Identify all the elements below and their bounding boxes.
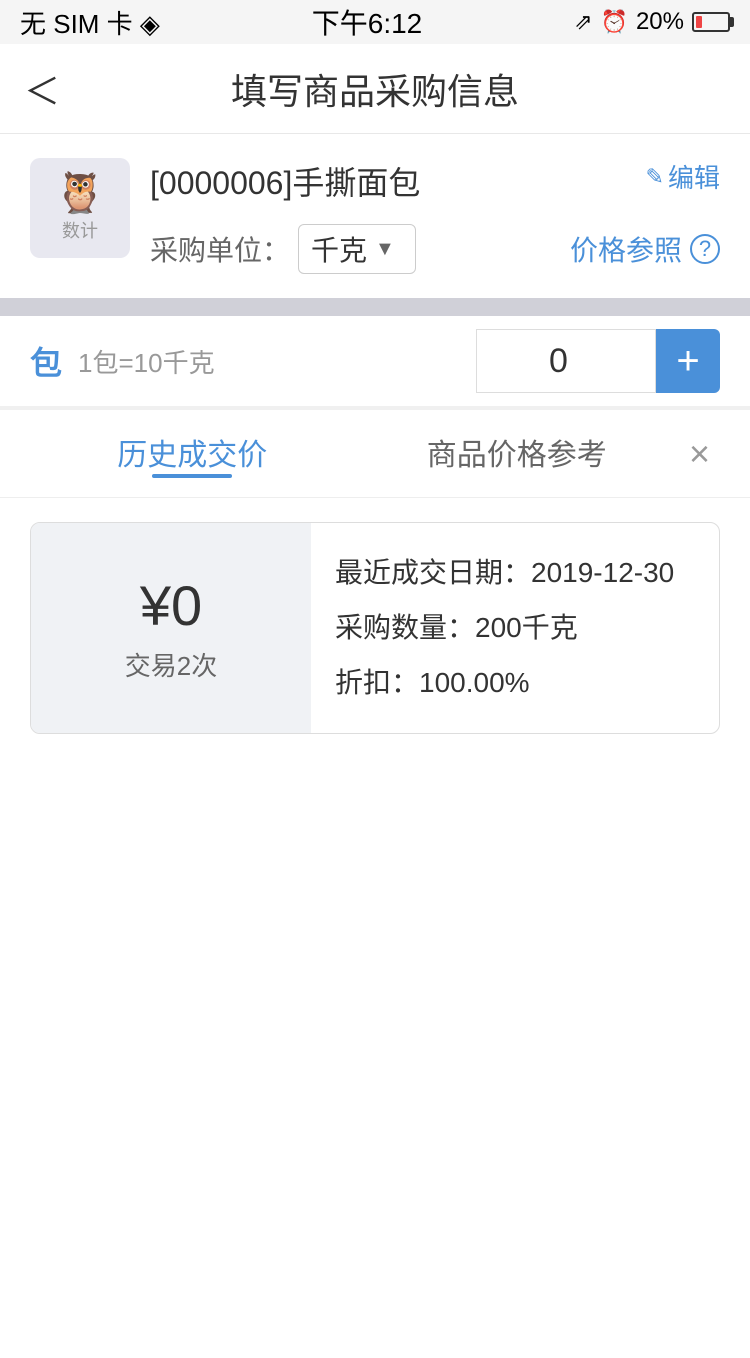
qty-unit-icon: 包 — [30, 338, 62, 384]
purchase-unit-row: 采购单位： 千克 ▼ 价格参照 ? — [150, 224, 720, 274]
battery-icon — [692, 12, 730, 32]
price-right-panel: 最近成交日期：2019-12-30 采购数量：200千克 折扣：100.00% — [311, 523, 719, 733]
recent-date-label: 最近成交日期： — [335, 557, 531, 588]
logo-subtext: 数计 — [62, 217, 98, 243]
amount-value: 0 — [171, 574, 202, 637]
tab-product-label: 商品价格参考 — [427, 439, 607, 472]
product-info: [0000006]手撕面包 ✎ 编辑 采购单位： 千克 ▼ 价格参照 ? — [150, 158, 720, 274]
tab-history-label: 历史成交价 — [117, 439, 267, 472]
status-right: ⇗ ⏰ 20% — [574, 8, 730, 36]
price-amount: ¥0 — [140, 573, 202, 638]
price-left-panel: ¥0 交易2次 — [31, 523, 311, 733]
tab-history-price[interactable]: 历史成交价 — [30, 430, 354, 478]
alarm-icon: ⏰ — [601, 9, 628, 35]
recent-date-row: 最近成交日期：2019-12-30 — [335, 553, 695, 592]
discount-value: 100.00% — [419, 667, 530, 698]
sim-label: 无 SIM 卡 ◈ — [20, 4, 160, 41]
product-icon: 🦉 — [55, 173, 105, 213]
price-ref-label: 价格参照 — [570, 229, 682, 269]
nav-bar: ＜ 填写商品采购信息 — [0, 44, 750, 134]
unit-label: 采购单位： — [150, 229, 290, 269]
edit-label: 编辑 — [668, 158, 720, 195]
status-bar: 无 SIM 卡 ◈ 下午6:12 ⇗ ⏰ 20% — [0, 0, 750, 44]
bottom-area — [0, 758, 750, 1358]
edit-icon: ✎ — [646, 164, 664, 190]
product-card: 🦉 数计 [0000006]手撕面包 ✎ 编辑 采购单位： 千克 ▼ 价格参照 … — [0, 134, 750, 298]
discount-label: 折扣： — [335, 667, 419, 698]
tab-underline — [152, 474, 232, 478]
product-logo: 🦉 数计 — [30, 158, 130, 258]
qty-label-group: 包 1包=10千克 — [30, 338, 215, 384]
history-content: ¥0 交易2次 最近成交日期：2019-12-30 采购数量：200千克 折扣：… — [0, 498, 750, 758]
price-times: 交易2次 — [125, 646, 217, 683]
info-icon: ? — [690, 234, 720, 264]
quantity-input[interactable] — [476, 329, 656, 393]
qty-input-group: + — [476, 329, 720, 393]
product-name: [0000006]手撕面包 — [150, 158, 420, 204]
unit-section: 采购单位： 千克 ▼ — [150, 224, 416, 274]
battery-percent: 20% — [636, 8, 684, 36]
unit-select[interactable]: 千克 ▼ — [298, 224, 416, 274]
plus-icon: + — [676, 339, 699, 384]
tab-panel: 历史成交价 商品价格参考 × ¥0 交易2次 最近成交日期：2019-12-30… — [0, 410, 750, 758]
edit-button[interactable]: ✎ 编辑 — [646, 158, 720, 195]
status-left: 无 SIM 卡 ◈ — [20, 4, 160, 41]
status-time: 下午6:12 — [312, 2, 423, 42]
qty-conversion: 1包=10千克 — [78, 343, 215, 380]
unit-value: 千克 — [311, 229, 367, 269]
discount-row: 折扣：100.00% — [335, 663, 695, 702]
back-button[interactable]: ＜ — [24, 63, 60, 115]
tab-product-price[interactable]: 商品价格参考 — [354, 430, 678, 478]
purchase-qty-value: 200千克 — [475, 612, 578, 643]
price-ref-button[interactable]: 价格参照 ? — [570, 229, 720, 269]
purchase-qty-row: 采购数量：200千克 — [335, 608, 695, 647]
product-header: [0000006]手撕面包 ✎ 编辑 — [150, 158, 720, 204]
tab-close-button[interactable]: × — [679, 433, 720, 475]
location-icon: ⇗ — [574, 9, 592, 35]
tab-header: 历史成交价 商品价格参考 × — [0, 410, 750, 498]
page-title: 填写商品采购信息 — [231, 63, 519, 115]
quantity-plus-button[interactable]: + — [656, 329, 720, 393]
recent-date-value: 2019-12-30 — [531, 557, 674, 588]
section-divider — [0, 298, 750, 316]
price-card: ¥0 交易2次 最近成交日期：2019-12-30 采购数量：200千克 折扣：… — [30, 522, 720, 734]
purchase-qty-label: 采购数量： — [335, 612, 475, 643]
quantity-row: 包 1包=10千克 + — [0, 316, 750, 406]
currency-symbol: ¥ — [140, 574, 171, 637]
dropdown-arrow-icon: ▼ — [375, 238, 395, 261]
